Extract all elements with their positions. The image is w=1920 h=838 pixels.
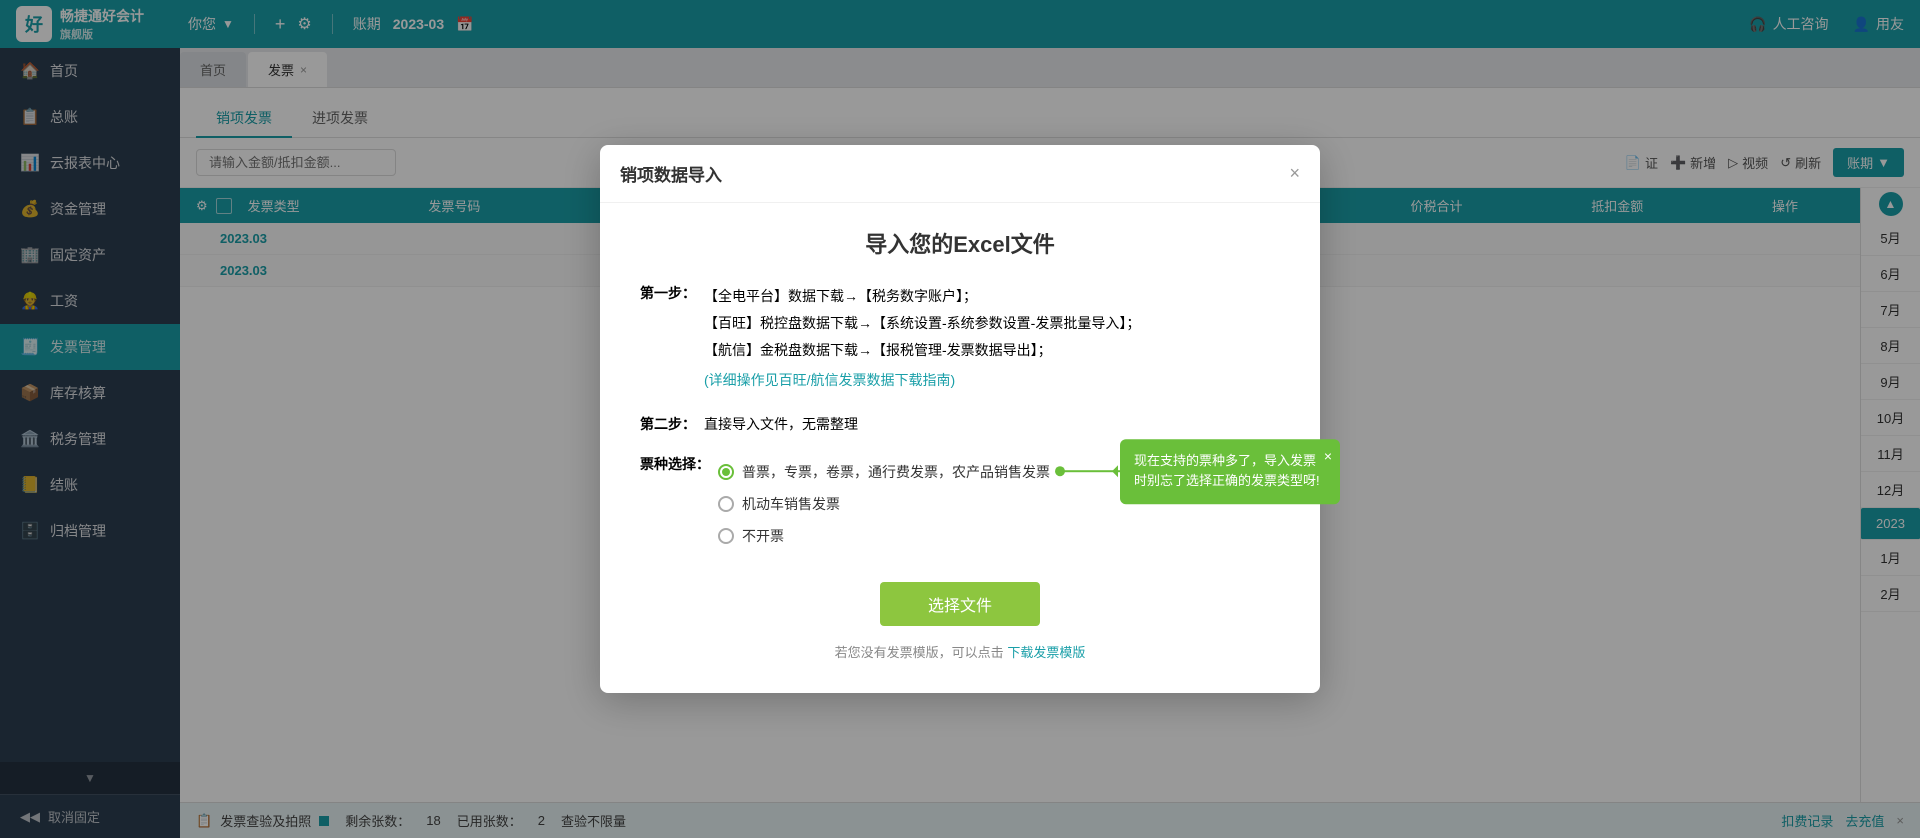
step1-line1: 【全电平台】数据下载→【税务数字账户】； (704, 283, 1140, 310)
radio-option-3[interactable]: 不开票 (718, 526, 1050, 546)
ticket-label: 票种选择： (640, 454, 710, 474)
footer-note-text: 若您没有发票模版，可以点击 (835, 645, 1004, 660)
step1-inline: 第一步： 【全电平台】数据下载→【税务数字账户】； 【百旺】税控盘数据下载→【系… (640, 283, 1280, 393)
import-modal: 销项数据导入 × 导入您的Excel文件 第一步： 【全电平台】数据下载→【税务… (600, 145, 1320, 692)
radio-group: 普票，专票，卷票，通行费发票，农产品销售发票 × 现在 (718, 462, 1050, 558)
modal-title: 销项数据导入 (620, 161, 722, 186)
radio-2-label: 机动车销售发票 (742, 494, 840, 514)
modal-header: 销项数据导入 × (600, 145, 1320, 203)
step2-text: 直接导入文件，无需整理 (704, 414, 858, 434)
modal-overlay[interactable]: 销项数据导入 × 导入您的Excel文件 第一步： 【全电平台】数据下载→【税务… (0, 0, 1920, 838)
step1-guide-link[interactable]: (详细操作见百旺/航信发票数据下载指南) (704, 372, 955, 388)
step1-content: 【全电平台】数据下载→【税务数字账户】； 【百旺】税控盘数据下载→【系统设置-系… (704, 283, 1140, 393)
tooltip-dot (1055, 467, 1065, 477)
modal-main-title: 导入您的Excel文件 (640, 227, 1280, 259)
select-file-button[interactable]: 选择文件 (880, 582, 1040, 626)
step1-label: 第一步： (640, 283, 696, 303)
tooltip-text: 现在支持的票种多了，导入发票时别忘了选择正确的发票类型呀! (1134, 453, 1320, 489)
step1-line2: 【百旺】税控盘数据下载→【系统设置-系统参数设置-发票批量导入】； (704, 310, 1140, 337)
radio-option-2[interactable]: 机动车销售发票 (718, 494, 1050, 514)
ticket-type-section: 票种选择： 普票，专票，卷票，通行费发票，农产品销售发票 (640, 454, 1280, 558)
download-template-link[interactable]: 下载发票模版 (1007, 645, 1085, 660)
radio-2[interactable] (718, 496, 734, 512)
radio-1-label: 普票，专票，卷票，通行费发票，农产品销售发票 (742, 462, 1050, 482)
radio-3[interactable] (718, 528, 734, 544)
step1-row: 第一步： 【全电平台】数据下载→【税务数字账户】； 【百旺】税控盘数据下载→【系… (640, 283, 1280, 393)
step1-link-row: (详细操作见百旺/航信发票数据下载指南) (704, 367, 1140, 394)
step1-line3: 【航信】金税盘数据下载→【报税管理-发票数据导出】； (704, 337, 1140, 364)
tooltip-wrapper: × 现在支持的票种多了，导入发票时别忘了选择正确的发票类型呀! (1060, 439, 1340, 505)
ticket-inline: 票种选择： 普票，专票，卷票，通行费发票，农产品销售发票 (640, 454, 1280, 558)
radio-3-label: 不开票 (742, 526, 784, 546)
tooltip-arrow (1112, 466, 1118, 478)
step2-label: 第二步： (640, 414, 696, 434)
tooltip-close[interactable]: × (1324, 445, 1332, 467)
modal-body: 导入您的Excel文件 第一步： 【全电平台】数据下载→【税务数字账户】； 【百… (600, 203, 1320, 692)
radio-option-1[interactable]: 普票，专票，卷票，通行费发票，农产品销售发票 × 现在 (718, 462, 1050, 482)
step2-inline: 第二步： 直接导入文件，无需整理 (640, 414, 1280, 434)
tooltip-bubble: × 现在支持的票种多了，导入发票时别忘了选择正确的发票类型呀! (1120, 439, 1340, 505)
tooltip-line (1060, 471, 1120, 473)
modal-footer: 若您没有发票模版，可以点击 下载发票模版 (640, 642, 1280, 661)
modal-close-button[interactable]: × (1289, 163, 1300, 184)
radio-1[interactable] (718, 464, 734, 480)
step2-row: 第二步： 直接导入文件，无需整理 (640, 414, 1280, 434)
